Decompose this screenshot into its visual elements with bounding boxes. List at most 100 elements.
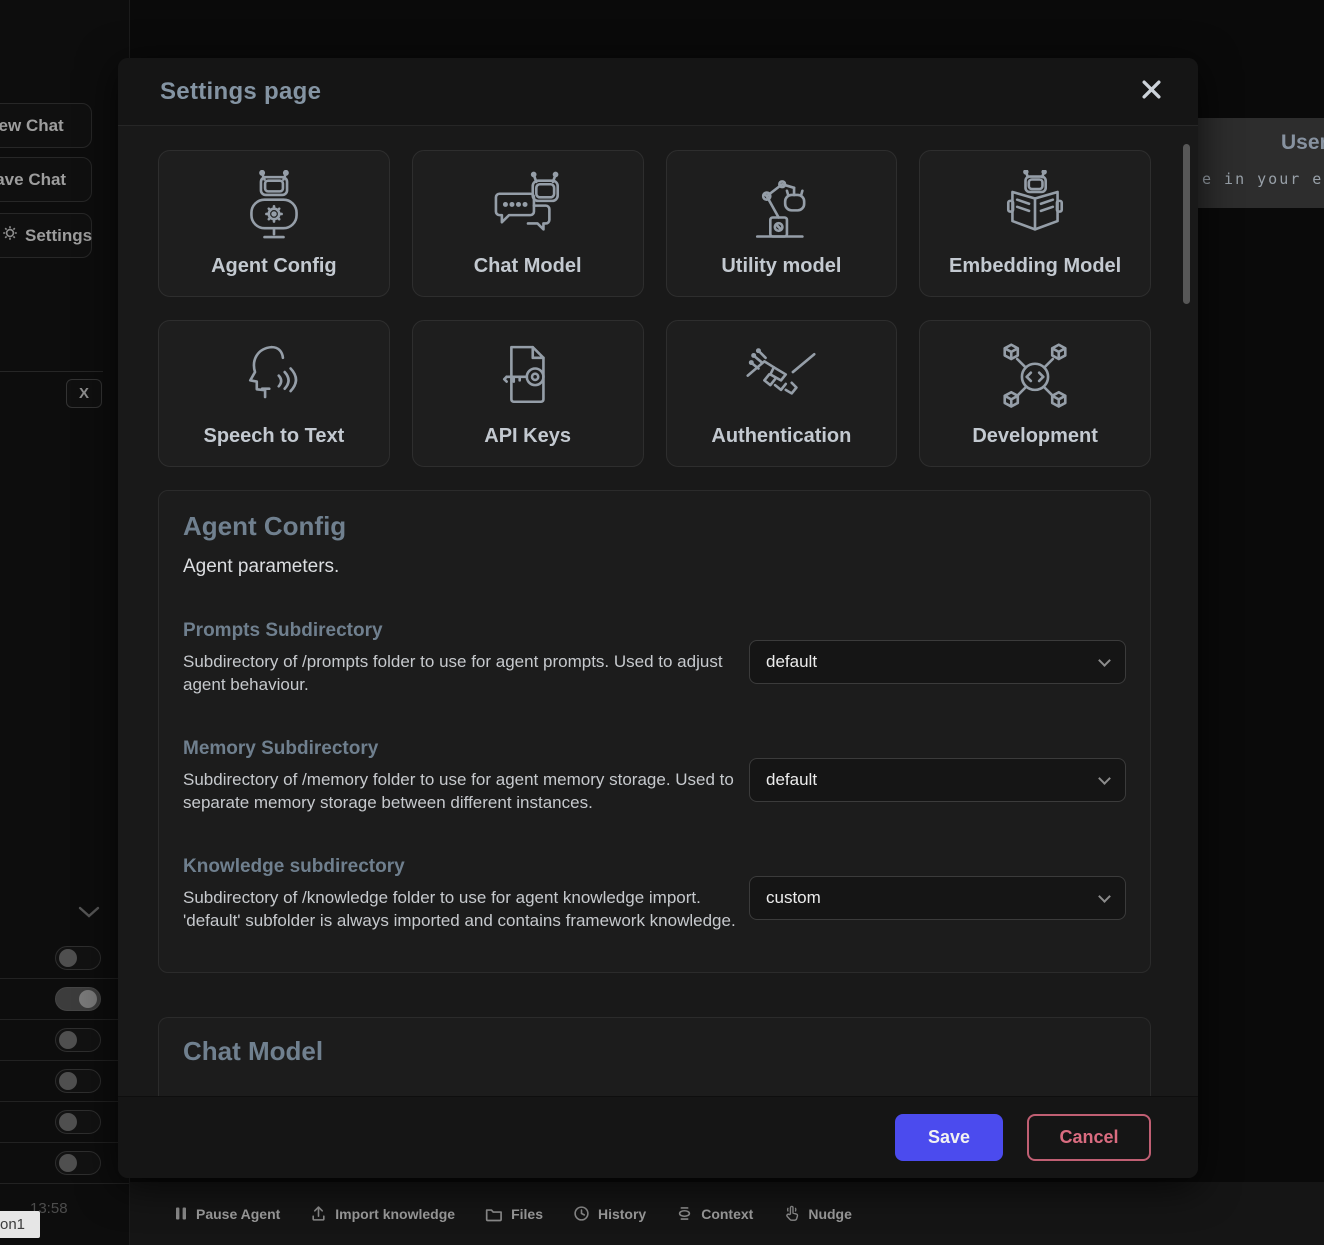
chevron-down-icon: [1098, 889, 1111, 903]
history-button[interactable]: History: [573, 1205, 646, 1222]
field-label: Prompts Subdirectory: [183, 620, 383, 641]
save-button[interactable]: Save: [895, 1114, 1003, 1161]
pause-agent-button[interactable]: Pause Agent: [174, 1206, 280, 1222]
card-label: Authentication: [711, 424, 852, 447]
select-value: default: [766, 652, 818, 671]
context-button[interactable]: Context: [676, 1205, 753, 1222]
knowledge-subdirectory-select[interactable]: custom: [749, 876, 1126, 920]
card-label: Utility model: [721, 254, 842, 277]
speaking-face-icon: [236, 340, 312, 416]
field-label: Memory Subdirectory: [183, 738, 379, 759]
section-agent-config: Agent Config Agent parameters. Prompts S…: [158, 490, 1151, 973]
section-chat-model-partial: Chat Model: [158, 1017, 1151, 1096]
chevron-down-icon[interactable]: [78, 905, 100, 924]
toggle-row: [0, 938, 129, 979]
settings-nav-cards: Agent Config Chat Model Utility model Em…: [158, 150, 1151, 467]
card-label: Speech to Text: [203, 424, 345, 447]
robot-arm-icon: [743, 170, 819, 246]
select-value: custom: [766, 888, 821, 907]
toggle-switch[interactable]: [55, 987, 101, 1011]
field-memory-subdirectory: Memory Subdirectory Subdirectory of /mem…: [183, 738, 1126, 814]
chevron-down-icon: [1098, 771, 1111, 785]
toggle-row: [0, 1102, 129, 1143]
robot-monitor-icon: [236, 169, 312, 246]
chat-bubbles-robot-icon: [490, 170, 566, 246]
save-chat-button[interactable]: Save Chat: [0, 157, 92, 202]
toggle-row: [0, 1020, 129, 1061]
card-label: API Keys: [484, 424, 571, 447]
settings-modal: Settings page Agent Config Chat Model Ut…: [118, 58, 1198, 1178]
toggle-row: [0, 1061, 129, 1102]
nudge-button[interactable]: Nudge: [783, 1205, 852, 1222]
select-value: default: [766, 770, 818, 789]
field-description: Subdirectory of /prompts folder to use f…: [183, 652, 723, 694]
save-chat-label: Save Chat: [0, 169, 67, 189]
user-message-sender: User: [1281, 131, 1324, 154]
toggle-knob: [59, 949, 77, 967]
card-embedding-model[interactable]: Embedding Model: [919, 150, 1151, 297]
card-label: Chat Model: [473, 254, 582, 277]
toggle-switch[interactable]: [55, 1151, 101, 1175]
field-label: Knowledge subdirectory: [183, 856, 405, 877]
toolbar-label: Import knowledge: [335, 1205, 456, 1222]
card-agent-config[interactable]: Agent Config: [158, 150, 390, 297]
folder-icon: [485, 1206, 503, 1222]
settings-button[interactable]: Settings: [0, 213, 92, 258]
prompts-subdirectory-select[interactable]: default: [749, 640, 1126, 684]
cancel-button[interactable]: Cancel: [1027, 1114, 1151, 1161]
modal-header: Settings page: [118, 58, 1198, 126]
memory-subdirectory-select[interactable]: default: [749, 758, 1126, 802]
toggle-switch[interactable]: [55, 1028, 101, 1052]
document-key-icon: [490, 340, 566, 416]
close-icon[interactable]: [1141, 79, 1162, 105]
toggle-switch[interactable]: [55, 946, 101, 970]
context-lines-icon: [676, 1205, 693, 1222]
chevron-down-icon: [1098, 653, 1111, 667]
sidebar: New Chat Save Chat Settings X 13:58: [0, 0, 130, 1245]
sidebar-close-button[interactable]: X: [66, 379, 102, 408]
upload-icon: [310, 1205, 327, 1222]
modal-title: Settings page: [160, 77, 322, 105]
card-api-keys[interactable]: API Keys: [411, 320, 644, 467]
toolbar-label: Files: [511, 1205, 543, 1222]
card-utility-model[interactable]: Utility model: [665, 150, 898, 297]
card-speech-to-text[interactable]: Speech to Text: [158, 320, 390, 467]
toolbar-label: History: [597, 1205, 647, 1222]
toggle-switch[interactable]: [55, 1110, 101, 1134]
code-cubes-icon: [997, 340, 1073, 416]
files-button[interactable]: Files: [485, 1206, 543, 1222]
card-development[interactable]: Development: [919, 320, 1151, 467]
pointing-hand-icon: [783, 1205, 800, 1222]
toggle-knob: [59, 1154, 77, 1172]
gear-icon: [2, 225, 18, 246]
toolbar-label: Nudge: [808, 1205, 852, 1222]
new-chat-button[interactable]: New Chat: [0, 103, 92, 148]
field-knowledge-subdirectory: Knowledge subdirectory Subdirectory of /…: [183, 856, 1126, 932]
modal-scrollbar[interactable]: [1183, 144, 1190, 304]
card-label: Agent Config: [211, 254, 337, 277]
settings-label: Settings: [25, 225, 93, 245]
field-prompts-subdirectory: Prompts Subdirectory Subdirectory of /pr…: [183, 620, 1126, 696]
section-subtitle: Agent parameters.: [183, 556, 340, 577]
toolbar-label: Context: [701, 1205, 754, 1222]
toggle-switch[interactable]: [55, 1069, 101, 1093]
import-knowledge-button[interactable]: Import knowledge: [310, 1205, 455, 1222]
toolbar-label: Pause Agent: [196, 1205, 281, 1222]
new-chat-label: New Chat: [0, 115, 64, 135]
link-preview-tooltip: on1: [0, 1211, 40, 1238]
handshake-icon: [743, 340, 819, 416]
toggle-knob: [59, 1072, 77, 1090]
toggle-knob: [79, 990, 97, 1008]
section-title: Agent Config: [183, 511, 347, 541]
toggle-row: [0, 979, 129, 1020]
card-label: Development: [972, 424, 1098, 447]
card-chat-model[interactable]: Chat Model: [411, 150, 644, 297]
field-description: Subdirectory of /memory folder to use fo…: [183, 770, 734, 812]
toggle-knob: [59, 1031, 77, 1049]
section-title: Chat Model: [183, 1036, 324, 1066]
pause-icon: [174, 1206, 188, 1221]
user-message-text: e in your en: [1202, 170, 1324, 188]
clock-icon: [573, 1205, 590, 1222]
field-description: Subdirectory of /knowledge folder to use…: [183, 888, 736, 930]
card-authentication[interactable]: Authentication: [665, 320, 898, 467]
